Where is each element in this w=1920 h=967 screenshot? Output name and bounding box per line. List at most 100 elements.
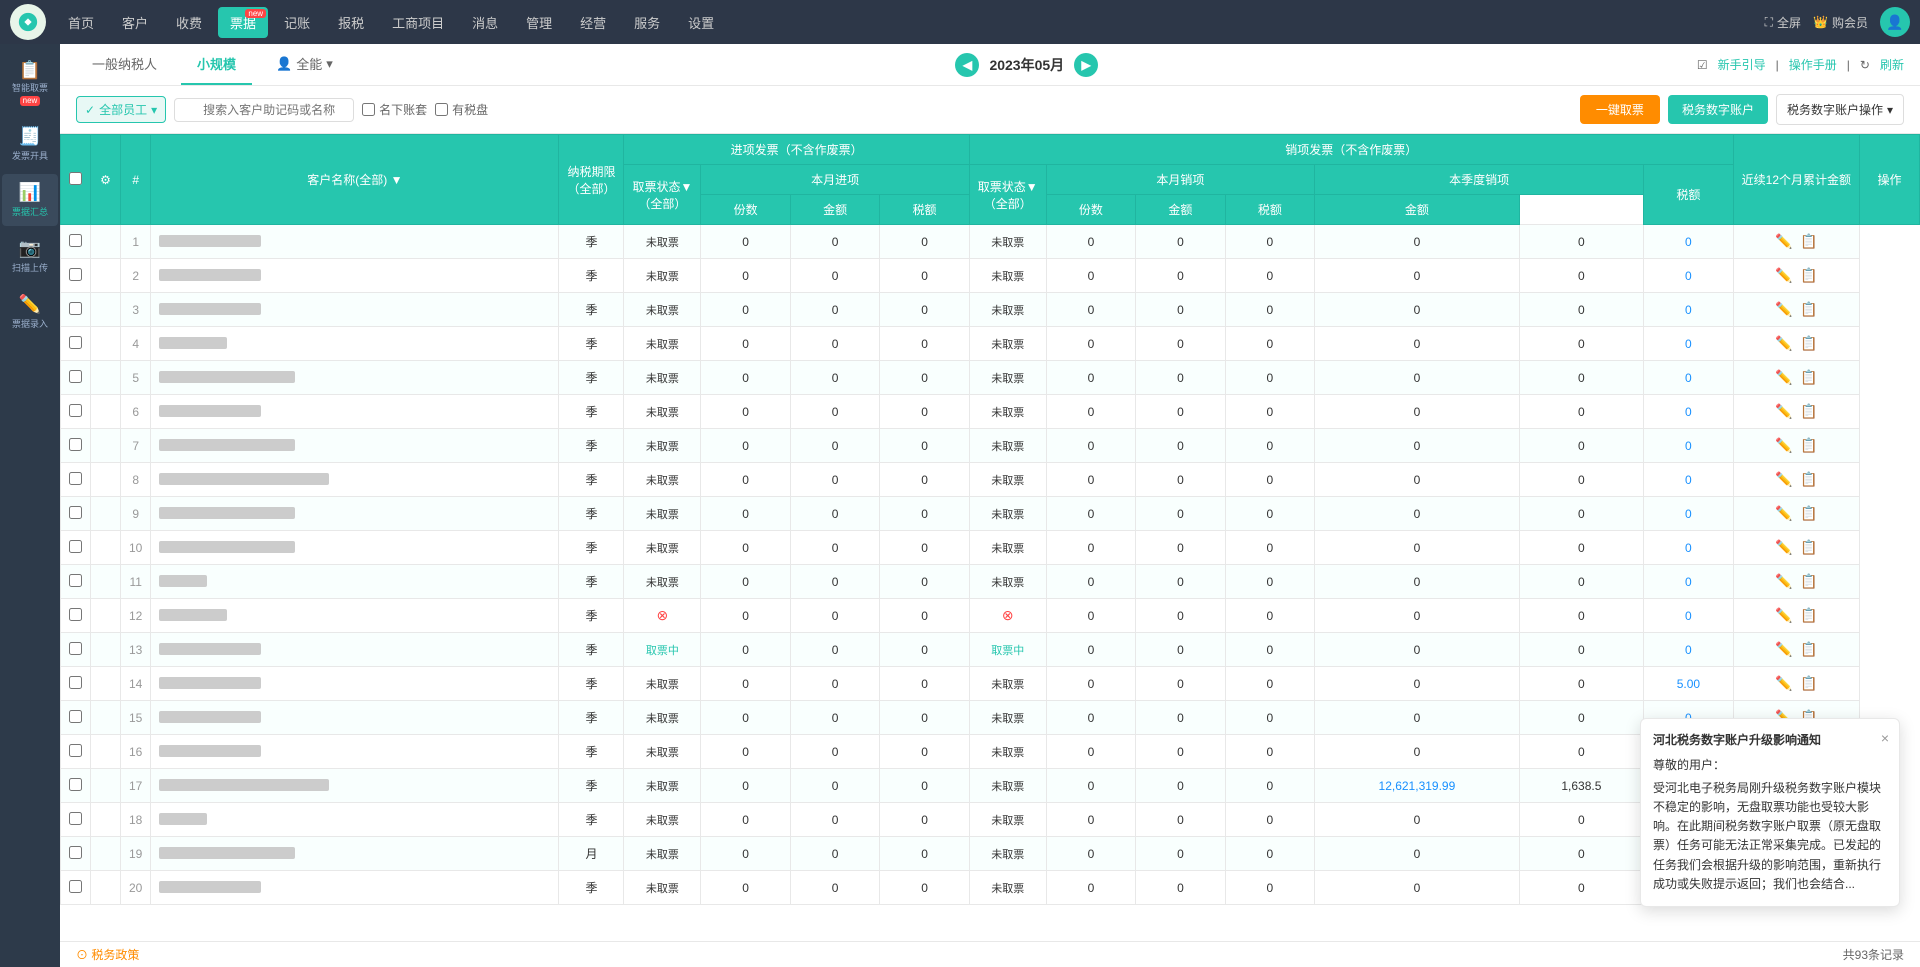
tax-digital-account-op-btn[interactable]: 税务数字账户操作 ▾	[1776, 94, 1904, 125]
nav-operation[interactable]: 经营	[568, 7, 618, 38]
copy-btn[interactable]: 📋	[1798, 503, 1819, 524]
row-checkbox[interactable]	[69, 506, 82, 519]
nav-message[interactable]: 消息	[460, 7, 510, 38]
copy-btn[interactable]: 📋	[1798, 299, 1819, 320]
row-checkbox[interactable]	[69, 778, 82, 791]
sidebar-item-issue[interactable]: 🧾 发票开具	[2, 118, 58, 170]
td-client-name[interactable]: ████	[151, 565, 559, 599]
td-client-name[interactable]: ████████████████	[151, 497, 559, 531]
row-checkbox[interactable]	[69, 268, 82, 281]
edit-btn[interactable]: ✏️	[1773, 469, 1794, 490]
td-checkbox[interactable]	[61, 225, 91, 259]
copy-btn[interactable]: 📋	[1798, 537, 1819, 558]
copy-btn[interactable]: 📋	[1798, 571, 1819, 592]
nav-business[interactable]: 工商项目	[380, 7, 456, 38]
td-checkbox[interactable]	[61, 395, 91, 429]
td-client-name[interactable]: ████████████████	[151, 531, 559, 565]
nav-tax[interactable]: 报税	[326, 7, 376, 38]
td-checkbox[interactable]	[61, 429, 91, 463]
td-client-name[interactable]: ████████████	[151, 701, 559, 735]
tax-digital-account-btn[interactable]: 税务数字账户	[1668, 95, 1768, 124]
td-client-name[interactable]: ████	[151, 803, 559, 837]
td-checkbox[interactable]	[61, 599, 91, 633]
td-checkbox[interactable]	[61, 701, 91, 735]
td-client-name[interactable]: ████████████	[151, 293, 559, 327]
edit-btn[interactable]: ✏️	[1773, 571, 1794, 592]
row-checkbox[interactable]	[69, 676, 82, 689]
edit-btn[interactable]: ✏️	[1773, 367, 1794, 388]
edit-btn[interactable]: ✏️	[1773, 435, 1794, 456]
row-checkbox[interactable]	[69, 812, 82, 825]
td-client-name[interactable]: ████████████	[151, 735, 559, 769]
th-client-name[interactable]: 客户名称(全部) ▼	[151, 135, 559, 225]
row-checkbox[interactable]	[69, 472, 82, 485]
row-checkbox[interactable]	[69, 370, 82, 383]
td-client-name[interactable]: ████████████	[151, 259, 559, 293]
cum12-value[interactable]: 0	[1685, 337, 1692, 351]
row-checkbox[interactable]	[69, 880, 82, 893]
prev-month-btn[interactable]: ◀	[955, 53, 979, 77]
cum12-value[interactable]: 0	[1685, 371, 1692, 385]
tab-all[interactable]: 👤 全能 ▾	[260, 44, 349, 85]
checkbox-subledger[interactable]: 名下账套	[362, 101, 427, 118]
edit-btn[interactable]: ✏️	[1773, 333, 1794, 354]
cum12-value[interactable]: 0	[1685, 439, 1692, 453]
cum12-value[interactable]: 0	[1685, 507, 1692, 521]
manual-link[interactable]: 操作手册	[1789, 56, 1837, 73]
tab-general-taxpayer[interactable]: 一般纳税人	[76, 44, 173, 85]
td-checkbox[interactable]	[61, 769, 91, 803]
edit-btn[interactable]: ✏️	[1773, 639, 1794, 660]
cum12-value[interactable]: 0	[1685, 575, 1692, 589]
td-client-name[interactable]: ████████████████	[151, 837, 559, 871]
cum12-value[interactable]: 0	[1685, 269, 1692, 283]
row-checkbox[interactable]	[69, 336, 82, 349]
td-client-name[interactable]: ████████████	[151, 395, 559, 429]
nav-accounting[interactable]: 记账	[272, 7, 322, 38]
next-month-btn[interactable]: ▶	[1074, 53, 1098, 77]
copy-btn[interactable]: 📋	[1798, 435, 1819, 456]
row-checkbox[interactable]	[69, 642, 82, 655]
vip-btn[interactable]: 👑 购会员	[1813, 14, 1868, 31]
new-guide-link[interactable]: 新手引导	[1718, 56, 1766, 73]
td-client-name[interactable]: ████████████	[151, 667, 559, 701]
one-click-fetch-btn[interactable]: 一键取票	[1580, 95, 1660, 124]
td-client-name[interactable]: ████████████	[151, 871, 559, 905]
refresh-link[interactable]: 刷新	[1880, 56, 1904, 73]
copy-btn[interactable]: 📋	[1798, 639, 1819, 660]
th-tax-period[interactable]: 纳税期限 （全部）	[559, 135, 624, 225]
notification-close-btn[interactable]: ×	[1881, 727, 1889, 749]
sidebar-item-summary[interactable]: 📊 票据汇总	[2, 174, 58, 226]
nav-fee[interactable]: 收费	[164, 7, 214, 38]
copy-btn[interactable]: 📋	[1798, 333, 1819, 354]
cum12-value[interactable]: 0	[1685, 303, 1692, 317]
td-client-name[interactable]: ████████	[151, 599, 559, 633]
td-checkbox[interactable]	[61, 497, 91, 531]
select-all-checkbox[interactable]	[69, 172, 82, 185]
tax-disk-checkbox[interactable]	[435, 103, 448, 116]
tab-small-scale[interactable]: 小规模	[181, 44, 252, 85]
edit-btn[interactable]: ✏️	[1773, 537, 1794, 558]
deduct-amount-val[interactable]: 12,621,319.99	[1379, 779, 1456, 793]
td-checkbox[interactable]	[61, 633, 91, 667]
edit-btn[interactable]: ✏️	[1773, 401, 1794, 422]
tax-policy-link[interactable]: ⊙ 税务政策	[76, 946, 139, 963]
th-out-status[interactable]: 取票状态▼（全部）	[969, 165, 1046, 225]
cum12-value[interactable]: 0	[1685, 541, 1692, 555]
edit-btn[interactable]: ✏️	[1773, 503, 1794, 524]
edit-btn[interactable]: ✏️	[1773, 231, 1794, 252]
cum12-value[interactable]: 5.00	[1677, 677, 1700, 691]
copy-btn[interactable]: 📋	[1798, 231, 1819, 252]
copy-btn[interactable]: 📋	[1798, 367, 1819, 388]
td-checkbox[interactable]	[61, 871, 91, 905]
td-client-name[interactable]: ████████████████████	[151, 769, 559, 803]
sidebar-item-scan[interactable]: 📷 扫描上传	[2, 230, 58, 282]
row-checkbox[interactable]	[69, 302, 82, 315]
edit-btn[interactable]: ✏️	[1773, 673, 1794, 694]
td-checkbox[interactable]	[61, 361, 91, 395]
cum12-value[interactable]: 0	[1685, 609, 1692, 623]
row-checkbox[interactable]	[69, 404, 82, 417]
nav-invoice[interactable]: 票据 new	[218, 7, 268, 38]
copy-btn[interactable]: 📋	[1798, 401, 1819, 422]
td-checkbox[interactable]	[61, 837, 91, 871]
copy-btn[interactable]: 📋	[1798, 605, 1819, 626]
